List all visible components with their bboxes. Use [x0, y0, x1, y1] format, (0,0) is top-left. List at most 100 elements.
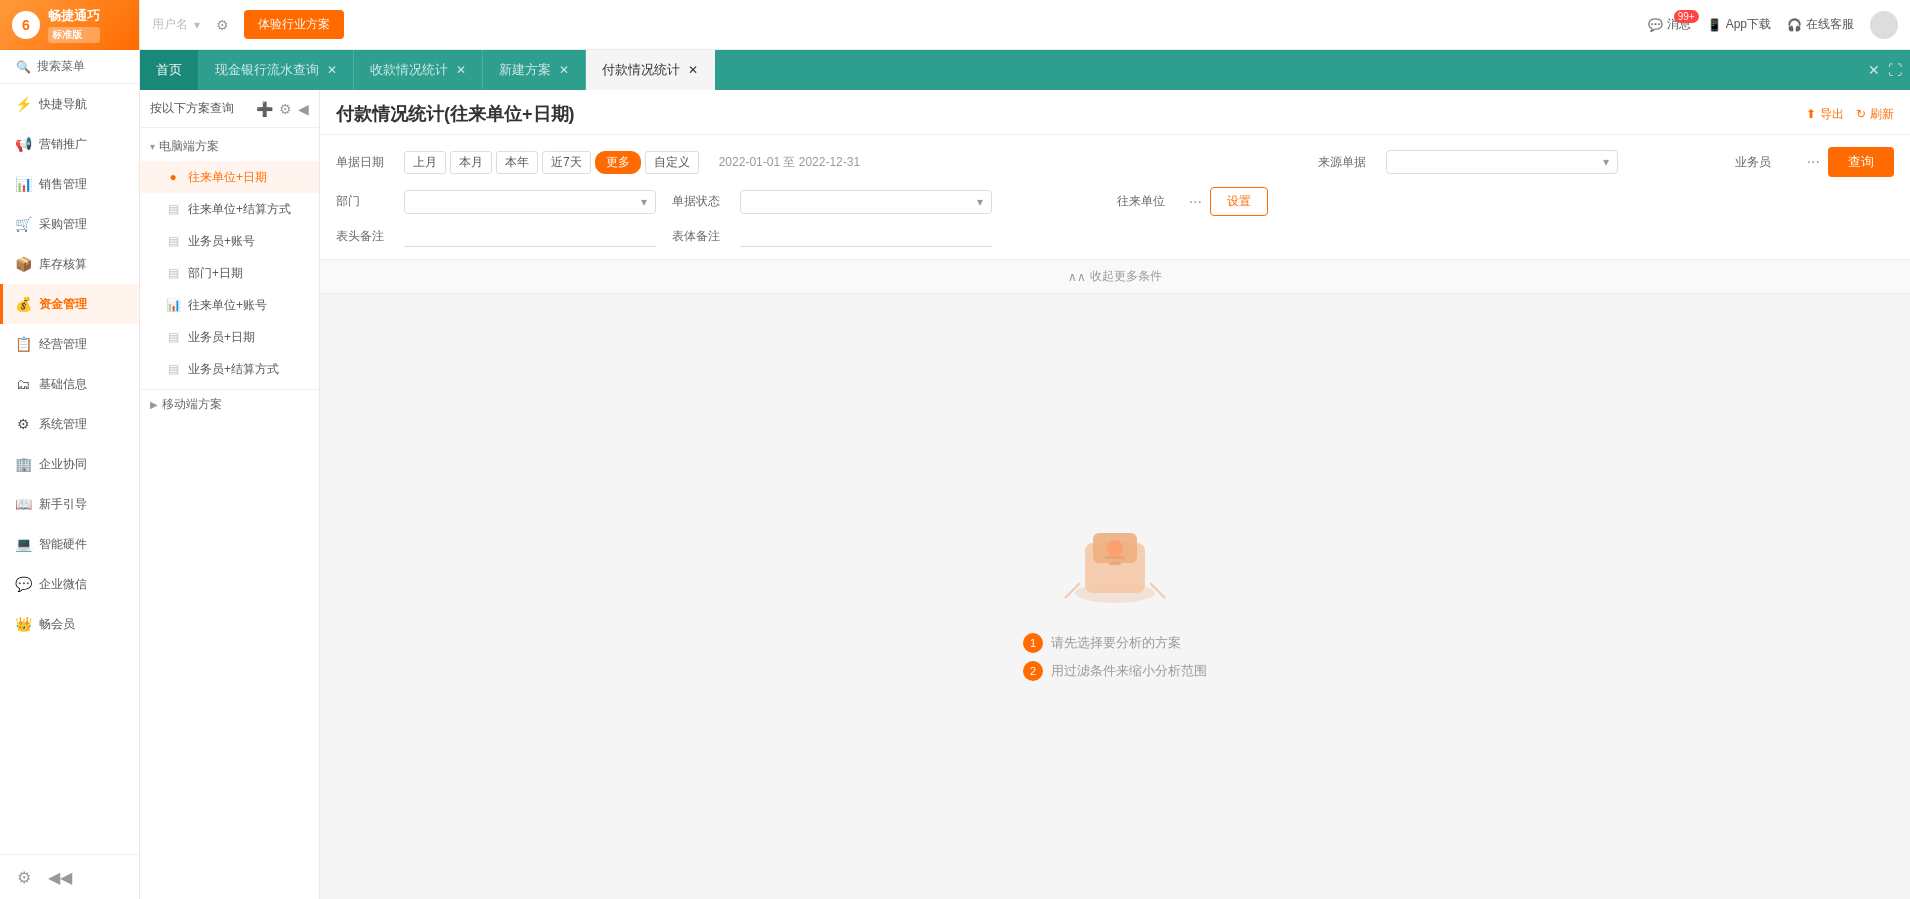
- source-select[interactable]: ▾: [1386, 150, 1618, 174]
- sidebar-item-hardware[interactable]: 💻 智能硬件: [0, 524, 139, 564]
- tab-expand-icon[interactable]: ⛶: [1888, 62, 1902, 78]
- sidebar-item-operation[interactable]: 📋 经营管理: [0, 324, 139, 364]
- sidebar-item-quick[interactable]: ⚡ 快捷导航: [0, 84, 139, 124]
- sidebar-item-basic[interactable]: 🗂 基础信息: [0, 364, 139, 404]
- sidebar-item-enterprise[interactable]: 🏢 企业协同: [0, 444, 139, 484]
- export-button[interactable]: ⬆ 导出: [1806, 106, 1844, 123]
- svg-point-3: [1107, 540, 1123, 556]
- sidebar-item-search[interactable]: 🔍 搜索菜单: [0, 50, 139, 84]
- tab-bank[interactable]: 现金银行流水查询 ✕: [199, 50, 354, 90]
- operation-icon: 📋: [13, 334, 33, 354]
- mobile-section-label: 移动端方案: [162, 396, 222, 413]
- sidebar-item-marketing[interactable]: 📢 营销推广: [0, 124, 139, 164]
- settings-bottom-icon[interactable]: ⚙: [10, 863, 38, 891]
- search-label: 搜索菜单: [37, 58, 85, 75]
- tabbar: 首页 现金银行流水查询 ✕ 收款情况统计 ✕ 新建方案 ✕ 付款情况统计 ✕ ✕…: [140, 50, 1910, 90]
- inventory-icon: 📦: [13, 254, 33, 274]
- user-avatar[interactable]: [1870, 11, 1898, 39]
- tab-close-all-icon[interactable]: ✕: [1868, 62, 1880, 78]
- collapse-panel-icon[interactable]: ◀: [298, 101, 309, 117]
- settings-plan-icon[interactable]: ⚙: [279, 101, 292, 117]
- settings-button[interactable]: 设置: [1210, 187, 1268, 216]
- body-note-input[interactable]: [740, 226, 992, 247]
- tab-receipt[interactable]: 收款情况统计 ✕: [354, 50, 483, 90]
- desktop-section-label: 电脑端方案: [159, 138, 219, 155]
- wechat-label: 企业微信: [39, 576, 87, 593]
- tab-payment-close[interactable]: ✕: [688, 63, 698, 77]
- system-label: 系统管理: [39, 416, 87, 433]
- plan-dept-date[interactable]: ▤ 部门+日期: [140, 257, 319, 289]
- tab-new-close[interactable]: ✕: [559, 63, 569, 77]
- date-btn-7days[interactable]: 近7天: [542, 151, 591, 174]
- sidebar-item-guide[interactable]: 📖 新手引导: [0, 484, 139, 524]
- dept-select-arrow: ▾: [641, 195, 647, 209]
- status-select[interactable]: ▾: [740, 190, 992, 214]
- tab-home[interactable]: 首页: [140, 50, 199, 90]
- plan-unit-account[interactable]: 📊 往来单位+账号: [140, 289, 319, 321]
- desktop-section-arrow: ▾: [150, 141, 155, 152]
- tab-bank-close[interactable]: ✕: [327, 63, 337, 77]
- empty-area: 1 请先选择要分析的方案 2 用过滤条件来缩小分析范围: [320, 294, 1910, 899]
- date-btn-custom[interactable]: 自定义: [645, 151, 699, 174]
- dept-select[interactable]: ▾: [404, 190, 656, 214]
- message-button[interactable]: 💬 消息 99+: [1648, 16, 1691, 33]
- tab-receipt-close[interactable]: ✕: [456, 63, 466, 77]
- plan-staff-date-icon: ▤: [164, 328, 182, 346]
- query-button[interactable]: 查询: [1828, 147, 1894, 177]
- add-plan-icon[interactable]: ➕: [256, 101, 273, 117]
- plan-unit-date[interactable]: ● 往来单位+日期: [140, 161, 319, 193]
- download-button[interactable]: 📱 App下载: [1707, 16, 1771, 33]
- tab-new[interactable]: 新建方案 ✕: [483, 50, 586, 90]
- page-title: 付款情况统计(往来单位+日期): [336, 102, 575, 126]
- experience-button[interactable]: 体验行业方案: [244, 10, 344, 39]
- app-version: 标准版: [48, 27, 100, 43]
- service-button[interactable]: 🎧 在线客服: [1787, 16, 1854, 33]
- sidebar-item-purchase[interactable]: 🛒 采购管理: [0, 204, 139, 244]
- purchase-icon: 🛒: [13, 214, 33, 234]
- quick-icon: ⚡: [13, 94, 33, 114]
- right-content: 付款情况统计(往来单位+日期) ⬆ 导出 ↻ 刷新: [320, 90, 1910, 899]
- page-content: 按以下方案查询 ➕ ⚙ ◀ ▾ 电脑端方案 ● 往来单位+日期 ▤: [140, 90, 1910, 899]
- basic-icon: 🗂: [13, 374, 33, 394]
- sidebar-item-system[interactable]: ⚙ 系统管理: [0, 404, 139, 444]
- date-btn-last-month[interactable]: 上月: [404, 151, 446, 174]
- hint-num-2: 2: [1023, 661, 1043, 681]
- operation-label: 经营管理: [39, 336, 87, 353]
- date-btn-this-year[interactable]: 本年: [496, 151, 538, 174]
- sidebar-item-member[interactable]: 👑 畅会员: [0, 604, 139, 644]
- sidebar: 6 畅捷通巧 标准版 🔍 搜索菜单 ⚡ 快捷导航 📢 营销推广 📊 销售管理 🛒…: [0, 0, 140, 899]
- service-icon: 🎧: [1787, 18, 1802, 32]
- collapse-chevron-icon: ∧∧: [1068, 270, 1086, 284]
- sidebar-item-wechat[interactable]: 💬 企业微信: [0, 564, 139, 604]
- date-btn-this-month[interactable]: 本月: [450, 151, 492, 174]
- plan-unit-payment-label: 往来单位+结算方式: [188, 201, 291, 218]
- desktop-section-header[interactable]: ▾ 电脑端方案: [140, 132, 319, 161]
- collapse-bar[interactable]: ∧∧ 收起更多条件: [320, 260, 1910, 294]
- refresh-button[interactable]: ↻ 刷新: [1856, 106, 1894, 123]
- message-badge: 99+: [1674, 10, 1699, 23]
- header-note-input[interactable]: [404, 226, 656, 247]
- hint-text-1: 请先选择要分析的方案: [1051, 634, 1181, 652]
- topbar-logo-text: 用户名: [152, 16, 188, 33]
- sidebar-item-sales[interactable]: 📊 销售管理: [0, 164, 139, 204]
- date-btn-more[interactable]: 更多: [595, 151, 641, 174]
- collapse-sidebar-icon[interactable]: ◀◀: [46, 863, 74, 891]
- finance-label: 资金管理: [39, 296, 87, 313]
- sidebar-item-finance[interactable]: 💰 资金管理: [0, 284, 139, 324]
- dept-filter-label: 部门: [336, 193, 396, 210]
- tab-payment[interactable]: 付款情况统计 ✕: [586, 50, 715, 90]
- plan-staff-date[interactable]: ▤ 业务员+日期: [140, 321, 319, 353]
- mobile-section-header[interactable]: ▶ 移动端方案: [140, 390, 319, 419]
- plan-unit-date-label: 往来单位+日期: [188, 169, 267, 186]
- service-label: 在线客服: [1806, 16, 1854, 33]
- plan-unit-payment[interactable]: ▤ 往来单位+结算方式: [140, 193, 319, 225]
- plan-staff-account[interactable]: ▤ 业务员+账号: [140, 225, 319, 257]
- filter-row-1: 单据日期 上月 本月 本年 近7天 更多 自定义 2022-01-0: [336, 147, 1894, 177]
- topbar-gear-button[interactable]: ⚙: [208, 11, 236, 39]
- plan-staff-payment[interactable]: ▤ 业务员+结算方式: [140, 353, 319, 385]
- partner-filter-label: 往来单位: [1117, 193, 1177, 210]
- sidebar-item-inventory[interactable]: 📦 库存核算: [0, 244, 139, 284]
- download-label: App下载: [1726, 16, 1771, 33]
- empty-hints: 1 请先选择要分析的方案 2 用过滤条件来缩小分析范围: [1023, 633, 1207, 681]
- export-icon: ⬆: [1806, 107, 1816, 121]
